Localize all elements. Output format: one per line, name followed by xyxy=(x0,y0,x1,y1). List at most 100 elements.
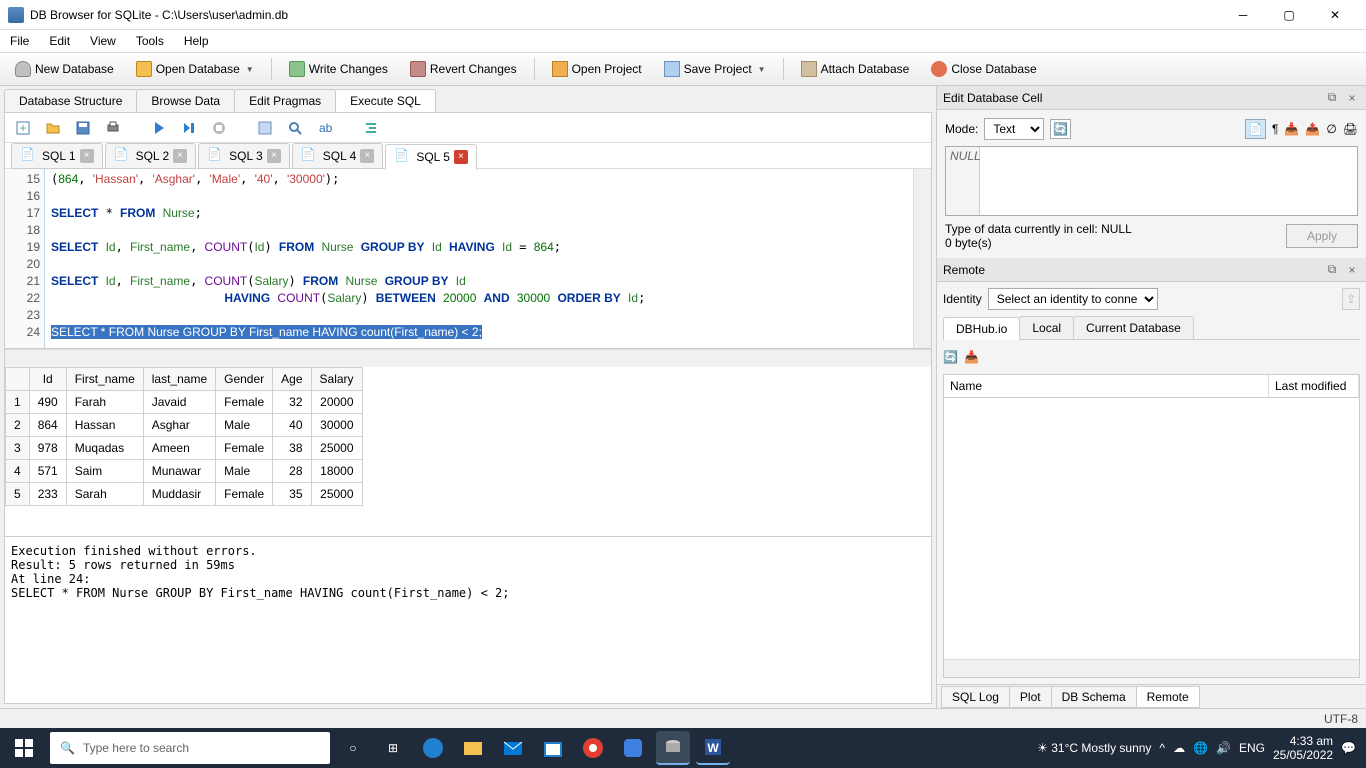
col-lastname[interactable]: last_name xyxy=(143,368,215,391)
save-project-button[interactable]: Save Project▼ xyxy=(655,57,775,81)
refresh-icon[interactable]: 🔄 xyxy=(943,350,958,364)
scrollbar-horizontal[interactable] xyxy=(944,659,1359,677)
execute-icon[interactable] xyxy=(147,116,171,140)
sql-tab-2[interactable]: 📄SQL 2× xyxy=(105,143,197,169)
tab-remote[interactable]: Remote xyxy=(1136,686,1200,708)
sql-code[interactable]: (864, 'Hassan', 'Asghar', 'Male', '40', … xyxy=(45,169,913,348)
attach-database-button[interactable]: Attach Database xyxy=(792,57,919,81)
col-age[interactable]: Age xyxy=(273,368,311,391)
rtl-icon[interactable]: ¶ xyxy=(1272,122,1278,136)
table-row[interactable]: 3978MuqadasAmeenFemale3825000 xyxy=(6,437,363,460)
close-tab-icon[interactable]: × xyxy=(267,149,281,163)
sql-tab-5[interactable]: 📄SQL 5× xyxy=(385,144,477,170)
scrollbar-vertical[interactable] xyxy=(913,169,931,348)
store-icon[interactable] xyxy=(536,731,570,765)
export-icon[interactable]: 📤 xyxy=(1305,122,1320,136)
open-database-button[interactable]: Open Database▼ xyxy=(127,57,263,81)
close-tab-icon[interactable]: × xyxy=(173,149,187,163)
col-name[interactable]: Name xyxy=(944,375,1269,397)
undock-icon[interactable]: ⧉ xyxy=(1324,262,1340,278)
remote-file-list[interactable]: Name Last modified xyxy=(943,374,1360,678)
stop-icon[interactable] xyxy=(207,116,231,140)
close-database-button[interactable]: Close Database xyxy=(922,57,1045,81)
text-view-icon[interactable]: 📄 xyxy=(1245,119,1266,139)
open-sql-file-icon[interactable] xyxy=(41,116,65,140)
close-tab-icon[interactable]: × xyxy=(80,149,94,163)
print-cell-icon[interactable]: 🖨 xyxy=(1343,122,1358,136)
tab-database-structure[interactable]: Database Structure xyxy=(4,89,137,112)
close-window-button[interactable]: ✕ xyxy=(1312,0,1358,30)
sql-tab-3[interactable]: 📄SQL 3× xyxy=(198,143,290,169)
tab-browse-data[interactable]: Browse Data xyxy=(136,89,235,112)
tray-chevron-icon[interactable]: ^ xyxy=(1159,741,1165,755)
tab-local[interactable]: Local xyxy=(1019,316,1074,339)
sql-tab-4[interactable]: 📄SQL 4× xyxy=(292,143,384,169)
sql-tab-1[interactable]: 📄SQL 1× xyxy=(11,143,103,169)
tab-execute-sql[interactable]: Execute SQL xyxy=(335,89,436,112)
tab-current-db[interactable]: Current Database xyxy=(1073,316,1194,339)
onedrive-icon[interactable]: ☁ xyxy=(1173,741,1185,755)
cortana-icon[interactable]: ○ xyxy=(336,731,370,765)
menu-help[interactable]: Help xyxy=(180,32,213,50)
table-row[interactable]: 1490FarahJavaidFemale3220000 xyxy=(6,391,363,414)
tab-dbhub[interactable]: DBHub.io xyxy=(943,317,1020,340)
push-icon[interactable]: ⇪ xyxy=(1342,288,1360,310)
execution-log[interactable]: Execution finished without errors. Resul… xyxy=(5,537,931,703)
indent-icon[interactable] xyxy=(359,116,383,140)
clone-icon[interactable]: 📥 xyxy=(964,350,979,364)
taskbar-search[interactable]: 🔍 Type here to search xyxy=(50,732,330,764)
col-gender[interactable]: Gender xyxy=(216,368,273,391)
mail-icon[interactable] xyxy=(496,731,530,765)
tab-sql-log[interactable]: SQL Log xyxy=(941,686,1010,708)
save-sql-icon[interactable] xyxy=(71,116,95,140)
menu-file[interactable]: File xyxy=(6,32,33,50)
edge-icon[interactable] xyxy=(416,731,450,765)
find-icon[interactable] xyxy=(283,116,307,140)
col-last-modified[interactable]: Last modified xyxy=(1269,375,1359,397)
cell-content-input[interactable]: NULL xyxy=(945,146,1358,216)
table-row[interactable]: 4571SaimMunawarMale2818000 xyxy=(6,460,363,483)
chrome-icon[interactable] xyxy=(576,731,610,765)
task-view-icon[interactable]: ⊞ xyxy=(376,731,410,765)
null-icon[interactable]: ∅ xyxy=(1326,122,1336,136)
close-tab-icon[interactable]: × xyxy=(454,150,468,164)
undock-icon[interactable]: ⧉ xyxy=(1324,90,1340,106)
close-panel-icon[interactable]: × xyxy=(1344,262,1360,278)
db-browser-icon[interactable] xyxy=(656,731,690,765)
results-grid[interactable]: Id First_name last_name Gender Age Salar… xyxy=(5,367,931,537)
minimize-button[interactable]: ─ xyxy=(1220,0,1266,30)
menu-view[interactable]: View xyxy=(86,32,120,50)
weather-widget[interactable]: ☀ 31°C Mostly sunny xyxy=(1037,741,1151,755)
import-icon[interactable]: 📥 xyxy=(1284,122,1299,136)
menu-tools[interactable]: Tools xyxy=(132,32,168,50)
print-icon[interactable] xyxy=(101,116,125,140)
col-id[interactable]: Id xyxy=(29,368,66,391)
auto-format-icon[interactable]: 🔄 xyxy=(1050,119,1071,139)
mode-select[interactable]: Text xyxy=(984,118,1044,140)
new-sql-tab-icon[interactable]: + xyxy=(11,116,35,140)
new-database-button[interactable]: New Database xyxy=(6,57,123,81)
volume-icon[interactable]: 🔊 xyxy=(1216,741,1231,755)
language-icon[interactable]: ENG xyxy=(1239,741,1265,755)
clock[interactable]: 4:33 am 25/05/2022 xyxy=(1273,734,1333,762)
identity-select[interactable]: Select an identity to connect xyxy=(988,288,1158,310)
tab-edit-pragmas[interactable]: Edit Pragmas xyxy=(234,89,336,112)
write-changes-button[interactable]: Write Changes xyxy=(280,57,397,81)
close-tab-icon[interactable]: × xyxy=(360,149,374,163)
save-results-icon[interactable] xyxy=(253,116,277,140)
col-firstname[interactable]: First_name xyxy=(66,368,143,391)
col-salary[interactable]: Salary xyxy=(311,368,362,391)
table-row[interactable]: 2864HassanAsgharMale4030000 xyxy=(6,414,363,437)
zoom-icon[interactable] xyxy=(616,731,650,765)
file-explorer-icon[interactable] xyxy=(456,731,490,765)
start-button[interactable] xyxy=(0,728,48,768)
notifications-icon[interactable]: 💬 xyxy=(1341,741,1356,755)
close-panel-icon[interactable]: × xyxy=(1344,90,1360,106)
menu-edit[interactable]: Edit xyxy=(45,32,74,50)
sql-editor[interactable]: 15161718192021222324 (864, 'Hassan', 'As… xyxy=(5,169,931,349)
find-replace-icon[interactable]: ab xyxy=(313,116,337,140)
table-row[interactable]: 5233SarahMuddasirFemale3525000 xyxy=(6,483,363,506)
execute-line-icon[interactable] xyxy=(177,116,201,140)
network-icon[interactable]: 🌐 xyxy=(1193,741,1208,755)
word-icon[interactable]: W xyxy=(696,731,730,765)
